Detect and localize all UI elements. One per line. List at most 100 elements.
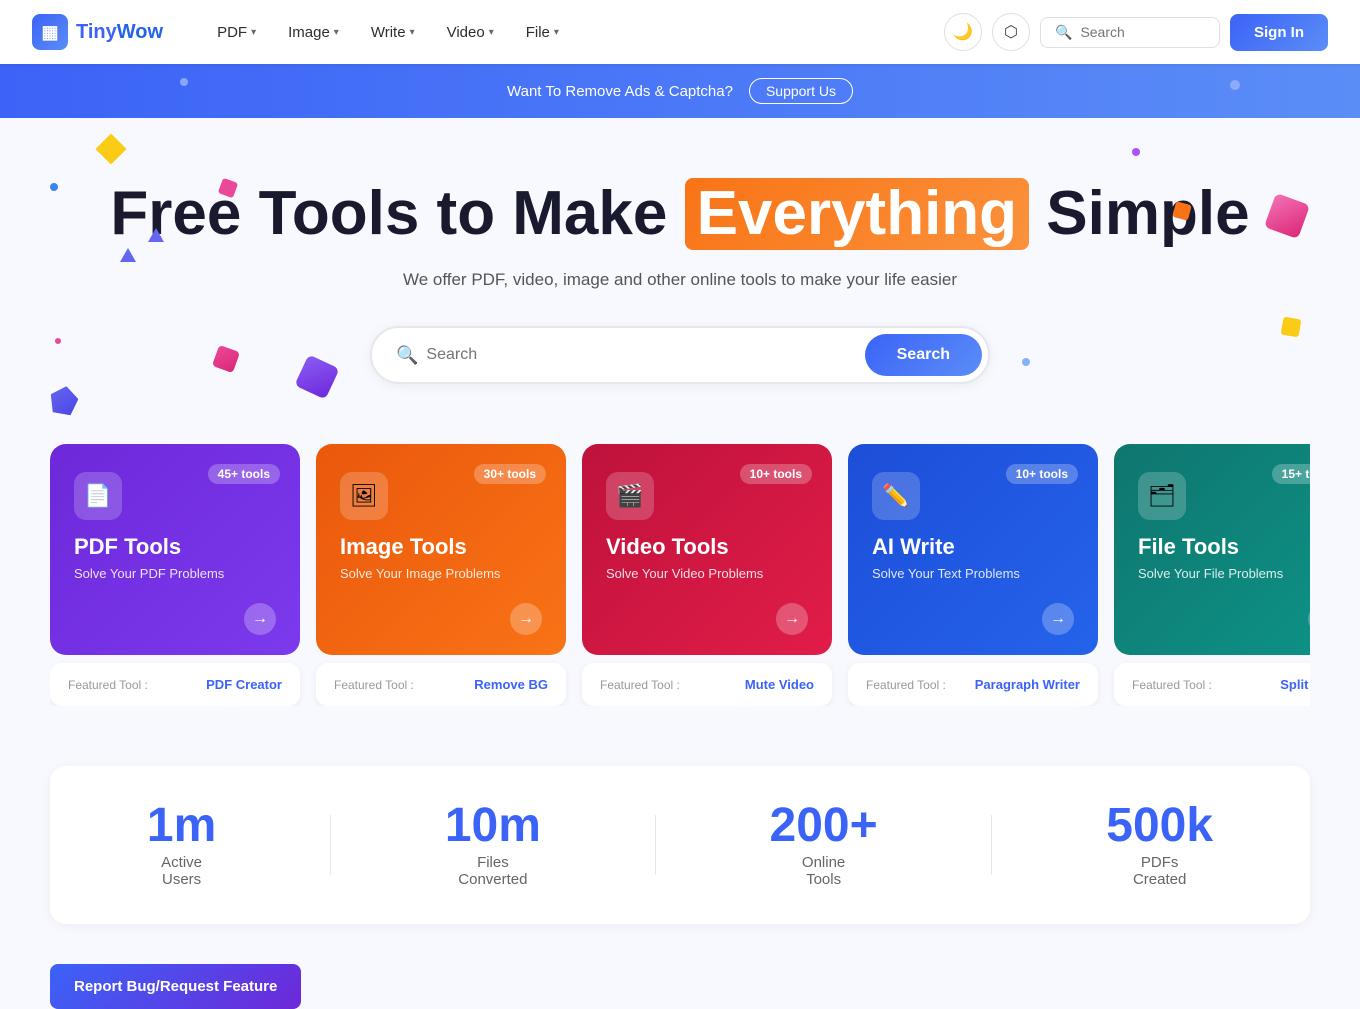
- decoration-blue-dot-right: [1022, 358, 1030, 366]
- tool-card-ai[interactable]: 10+ tools ✏️ AI Write Solve Your Text Pr…: [848, 444, 1098, 655]
- ai-subtitle: Solve Your Text Problems: [872, 566, 1074, 581]
- nav-file[interactable]: File ▾: [512, 16, 573, 49]
- pdf-category-wrapper: 45+ tools 📄 PDF Tools Solve Your PDF Pro…: [50, 444, 300, 706]
- nav-actions: 🌙 ⬡ 🔍 Sign In: [944, 13, 1328, 51]
- file-featured-tool-link[interactable]: Split Excel: [1280, 677, 1310, 692]
- report-bug-button[interactable]: Report Bug/Request Feature: [50, 964, 301, 1009]
- file-title: File Tools: [1138, 534, 1310, 560]
- hero-search-button[interactable]: Search: [865, 334, 982, 376]
- stat-files-converted: 10m Files Converted: [445, 802, 541, 888]
- nav-file-label: File: [526, 24, 550, 41]
- video-featured-tool-link[interactable]: Mute Video: [745, 677, 814, 692]
- video-badge: 10+ tools: [740, 464, 812, 484]
- tool-card-video[interactable]: 10+ tools 🎬 Video Tools Solve Your Video…: [582, 444, 832, 655]
- pdf-icon: 📄: [74, 472, 122, 520]
- search-icon: 🔍: [1055, 24, 1072, 41]
- stat-files-number: 10m: [445, 802, 541, 850]
- stats-section: 1m Active Users 10m Files Converted 200+…: [50, 766, 1310, 924]
- file-icon: 🗂: [1138, 472, 1186, 520]
- image-featured-tool-link[interactable]: Remove BG: [474, 677, 548, 692]
- stat-tools-label-line2: Tools: [806, 871, 841, 888]
- dark-mode-toggle[interactable]: 🌙: [944, 13, 982, 51]
- ai-badge: 10+ tools: [1006, 464, 1078, 484]
- hero-search-bar: 🔍 Search: [370, 326, 990, 384]
- chevron-down-icon: ▾: [334, 27, 339, 38]
- image-category-wrapper: 30+ tools 🖼 Image Tools Solve Your Image…: [316, 444, 566, 706]
- file-category-wrapper: 15+ tools 🗂 File Tools Solve Your File P…: [1114, 444, 1310, 706]
- stat-divider-3: [991, 815, 992, 875]
- tool-card-file[interactable]: 15+ tools 🗂 File Tools Solve Your File P…: [1114, 444, 1310, 655]
- nav-write[interactable]: Write ▾: [357, 16, 429, 49]
- nav-image[interactable]: Image ▾: [274, 16, 353, 49]
- nav-links: PDF ▾ Image ▾ Write ▾ Video ▾ File ▾: [203, 16, 944, 49]
- tool-card-image[interactable]: 30+ tools 🖼 Image Tools Solve Your Image…: [316, 444, 566, 655]
- decoration-purple-dot: [1132, 148, 1140, 156]
- stat-pdfs-label-line1: PDFs: [1141, 854, 1179, 871]
- stat-tools-label: Online Tools: [770, 854, 878, 888]
- chevron-down-icon: ▾: [489, 27, 494, 38]
- nav-video[interactable]: Video ▾: [433, 16, 508, 49]
- pdf-subtitle: Solve Your PDF Problems: [74, 566, 276, 581]
- share-button[interactable]: ⬡: [992, 13, 1030, 51]
- file-featured-card: Featured Tool : Split Excel: [1114, 663, 1310, 706]
- nav-search-input[interactable]: [1080, 24, 1205, 40]
- logo[interactable]: ▦ TinyWow: [32, 14, 163, 50]
- navbar: ▦ TinyWow PDF ▾ Image ▾ Write ▾ Video ▾ …: [0, 0, 1360, 64]
- video-featured-card: Featured Tool : Mute Video: [582, 663, 832, 706]
- pdf-badge: 45+ tools: [208, 464, 280, 484]
- stat-files-label-line1: Files: [477, 854, 509, 871]
- video-arrow: →: [776, 603, 808, 635]
- decoration-pink-dot: [55, 338, 61, 344]
- file-arrow: →: [1308, 603, 1310, 635]
- hero-headline: Free Tools to Make Everything Simple: [20, 178, 1340, 250]
- banner-dot-left: [180, 78, 188, 86]
- nav-search-container: 🔍: [1040, 17, 1220, 48]
- nav-write-label: Write: [371, 24, 406, 41]
- ai-featured-label: Featured Tool :: [866, 678, 946, 692]
- decoration-yellow-diamond: [95, 133, 126, 164]
- ai-arrow: →: [1042, 603, 1074, 635]
- image-featured-card: Featured Tool : Remove BG: [316, 663, 566, 706]
- nav-pdf-label: PDF: [217, 24, 247, 41]
- hero-search-input[interactable]: [426, 346, 864, 364]
- tool-cards-scroll: 45+ tools 📄 PDF Tools Solve Your PDF Pro…: [50, 444, 1310, 706]
- nav-video-label: Video: [447, 24, 485, 41]
- ai-featured-tool-link[interactable]: Paragraph Writer: [975, 677, 1080, 692]
- video-title: Video Tools: [606, 534, 808, 560]
- file-featured-label: Featured Tool :: [1132, 678, 1212, 692]
- pdf-title: PDF Tools: [74, 534, 276, 560]
- stat-tools-label-line1: Online: [802, 854, 845, 871]
- search-icon: 🔍: [396, 345, 418, 366]
- image-subtitle: Solve Your Image Problems: [340, 566, 542, 581]
- tool-card-pdf[interactable]: 45+ tools 📄 PDF Tools Solve Your PDF Pro…: [50, 444, 300, 655]
- nav-pdf[interactable]: PDF ▾: [203, 16, 270, 49]
- logo-text: TinyWow: [76, 21, 163, 44]
- pdf-featured-label: Featured Tool :: [68, 678, 148, 692]
- image-featured-label: Featured Tool :: [334, 678, 414, 692]
- stat-divider-1: [330, 815, 331, 875]
- ai-category-wrapper: 10+ tools ✏️ AI Write Solve Your Text Pr…: [848, 444, 1098, 706]
- stat-users-label-line1: Active: [161, 854, 202, 871]
- signin-button[interactable]: Sign In: [1230, 14, 1328, 51]
- decoration-purple-3d: [294, 355, 339, 400]
- file-subtitle: Solve Your File Problems: [1138, 566, 1310, 581]
- pdf-featured-tool-link[interactable]: PDF Creator: [206, 677, 282, 692]
- logo-icon: ▦: [32, 14, 68, 50]
- stat-pdfs-label: PDFs Created: [1106, 854, 1213, 888]
- video-category-wrapper: 10+ tools 🎬 Video Tools Solve Your Video…: [582, 444, 832, 706]
- logo-tiny: Tiny: [76, 21, 117, 43]
- stat-tools-number: 200+: [770, 802, 878, 850]
- decoration-pink-3d-left: [212, 345, 240, 373]
- ai-featured-card: Featured Tool : Paragraph Writer: [848, 663, 1098, 706]
- promo-banner: Want To Remove Ads & Captcha? Support Us: [0, 64, 1360, 118]
- hero-headline-pre: Free Tools to Make: [110, 179, 667, 248]
- stat-users-number: 1m: [147, 802, 216, 850]
- image-arrow: →: [510, 603, 542, 635]
- video-subtitle: Solve Your Video Problems: [606, 566, 808, 581]
- ai-icon: ✏️: [872, 472, 920, 520]
- logo-wow: Wow: [117, 21, 163, 43]
- stat-files-label: Files Converted: [445, 854, 541, 888]
- stat-pdfs-created: 500k PDFs Created: [1106, 802, 1213, 888]
- ai-title: AI Write: [872, 534, 1074, 560]
- support-us-button[interactable]: Support Us: [749, 78, 853, 104]
